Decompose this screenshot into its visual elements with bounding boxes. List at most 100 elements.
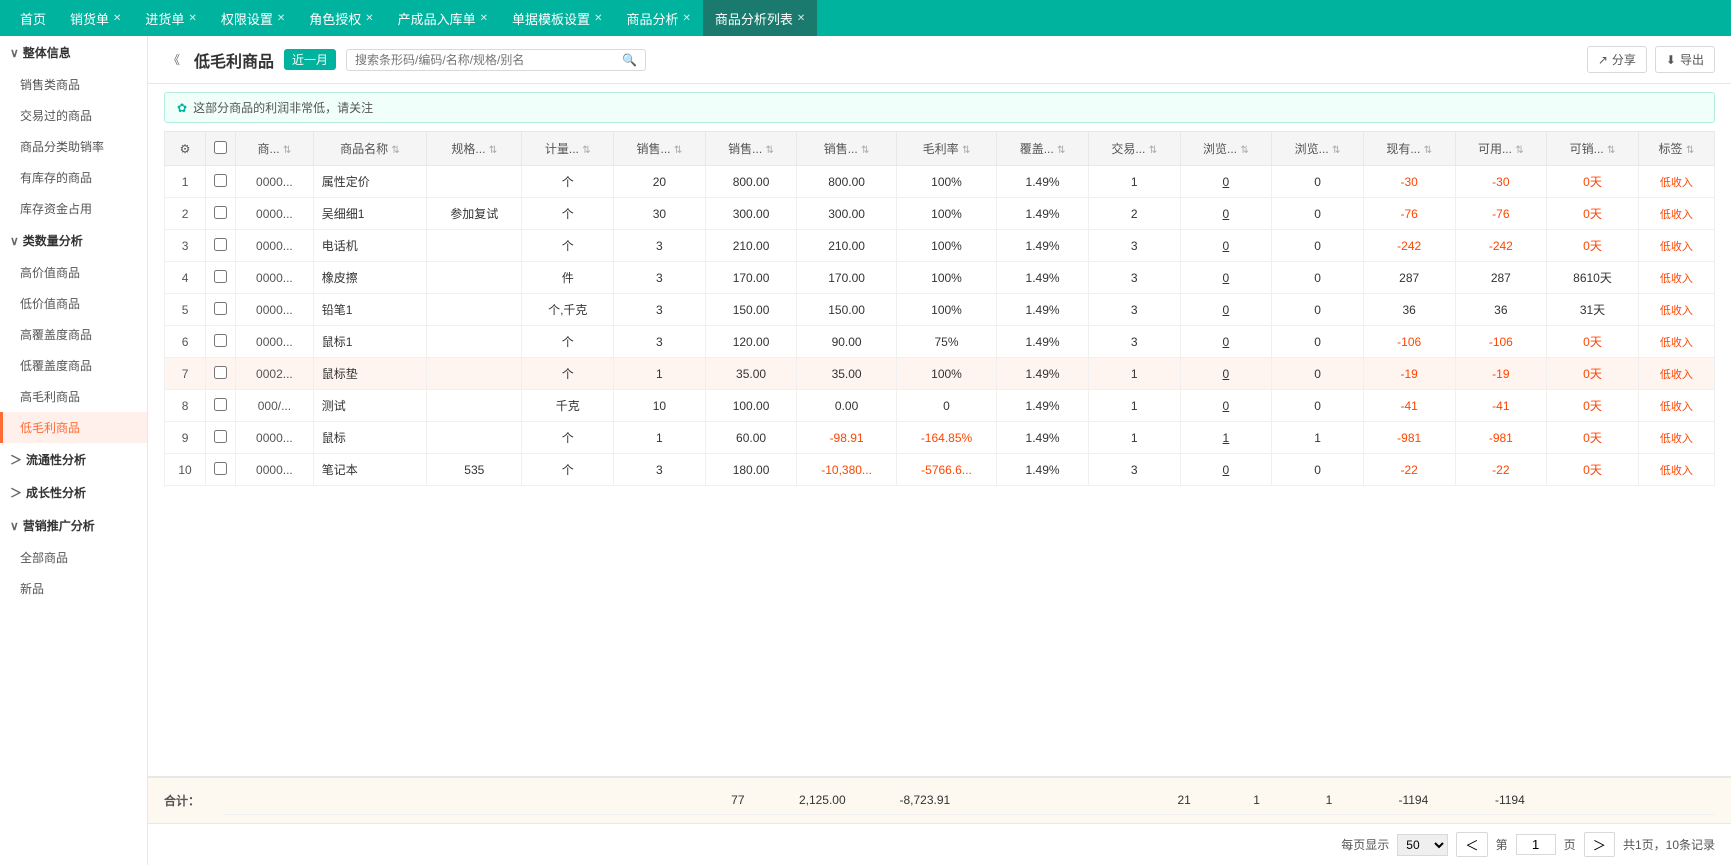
search-icon[interactable]: 🔍 <box>622 53 637 67</box>
page-number-input[interactable] <box>1516 834 1556 855</box>
cell-checkbox[interactable] <box>206 454 236 486</box>
close-template-tab[interactable]: ✕ <box>594 13 602 24</box>
nav-sales[interactable]: 销货单 ✕ <box>58 0 133 36</box>
col-sales-price[interactable]: 销售... ⇅ <box>705 132 797 166</box>
cell-view1[interactable]: 0 <box>1180 262 1272 294</box>
cell-checkbox[interactable] <box>206 230 236 262</box>
view1-link[interactable]: 0 <box>1223 175 1230 189</box>
nav-purchase[interactable]: 进货单 ✕ <box>133 0 208 36</box>
sidebar-item-stock-fund[interactable]: 库存资金占用 <box>0 193 147 224</box>
col-settings[interactable]: ⚙ <box>165 132 206 166</box>
select-all-checkbox[interactable] <box>214 141 227 154</box>
close-roles-tab[interactable]: ✕ <box>365 13 373 24</box>
prev-page-button[interactable]: ＜ <box>1456 832 1487 857</box>
sidebar-item-in-stock[interactable]: 有库存的商品 <box>0 162 147 193</box>
export-button[interactable]: ⬇ 导出 <box>1655 46 1715 73</box>
col-saleable[interactable]: 可销... ⇅ <box>1547 132 1639 166</box>
view1-link[interactable]: 0 <box>1223 207 1230 221</box>
view1-link[interactable]: 0 <box>1223 271 1230 285</box>
row-checkbox-5[interactable] <box>214 334 227 347</box>
close-analysis-list-tab[interactable]: ✕ <box>797 13 805 24</box>
cell-checkbox[interactable] <box>206 166 236 198</box>
per-page-select[interactable]: 50 100 200 <box>1397 834 1448 856</box>
nav-roles[interactable]: 角色授权 ✕ <box>297 0 385 36</box>
col-checkbox-all[interactable] <box>206 132 236 166</box>
row-checkbox-4[interactable] <box>214 302 227 315</box>
row-checkbox-3[interactable] <box>214 270 227 283</box>
row-checkbox-7[interactable] <box>214 398 227 411</box>
view1-link[interactable]: 1 <box>1223 431 1230 445</box>
sidebar-section-overall[interactable]: ∨ 整体信息 <box>0 36 147 69</box>
cell-checkbox[interactable] <box>206 422 236 454</box>
sidebar-item-traded-products[interactable]: 交易过的商品 <box>0 100 147 131</box>
cell-checkbox[interactable] <box>206 326 236 358</box>
row-checkbox-6[interactable] <box>214 366 227 379</box>
view1-link[interactable]: 0 <box>1223 303 1230 317</box>
view1-link[interactable]: 0 <box>1223 239 1230 253</box>
sidebar-section-quantity[interactable]: ∨ 类数量分析 <box>0 224 147 257</box>
close-purchase-tab[interactable]: ✕ <box>188 13 196 24</box>
col-view2[interactable]: 浏览... ⇅ <box>1272 132 1364 166</box>
cell-view1[interactable]: 0 <box>1180 230 1272 262</box>
col-code[interactable]: 商... ⇅ <box>236 132 314 166</box>
row-checkbox-0[interactable] <box>214 174 227 187</box>
sidebar-item-low-value[interactable]: 低价值商品 <box>0 288 147 319</box>
col-tag[interactable]: 标签 ⇅ <box>1638 132 1714 166</box>
row-checkbox-9[interactable] <box>214 462 227 475</box>
cell-view1[interactable]: 0 <box>1180 326 1272 358</box>
col-sales-amount[interactable]: 销售... ⇅ <box>797 132 896 166</box>
filter-tag-month[interactable]: 近一月 <box>284 49 336 70</box>
sidebar-item-sales-products[interactable]: 销售类商品 <box>0 69 147 100</box>
cell-view1[interactable]: 0 <box>1180 294 1272 326</box>
col-coverage[interactable]: 覆盖... ⇅ <box>997 132 1089 166</box>
nav-permissions[interactable]: 权限设置 ✕ <box>209 0 297 36</box>
view1-link[interactable]: 0 <box>1223 335 1230 349</box>
sidebar-item-low-profit[interactable]: 低毛利商品 <box>0 412 147 443</box>
share-button[interactable]: ↗ 分享 <box>1587 46 1647 73</box>
cell-view1[interactable]: 0 <box>1180 358 1272 390</box>
col-current-stock[interactable]: 现有... ⇅ <box>1363 132 1455 166</box>
col-transaction[interactable]: 交易... ⇅ <box>1088 132 1180 166</box>
nav-product-analysis[interactable]: 商品分析 ✕ <box>614 0 702 36</box>
sidebar-item-new-products[interactable]: 新品 <box>0 573 147 604</box>
col-spec[interactable]: 规格... ⇅ <box>427 132 522 166</box>
sidebar-section-marketing[interactable]: ∨ 营销推广分析 <box>0 509 147 542</box>
close-sales-tab[interactable]: ✕ <box>113 13 121 24</box>
view1-link[interactable]: 0 <box>1223 399 1230 413</box>
cell-view1[interactable]: 0 <box>1180 454 1272 486</box>
row-checkbox-1[interactable] <box>214 206 227 219</box>
cell-view1[interactable]: 1 <box>1180 422 1272 454</box>
sidebar-section-growth[interactable]: ＞ 成长性分析 <box>0 476 147 509</box>
close-permissions-tab[interactable]: ✕ <box>277 13 285 24</box>
sidebar-section-circulation[interactable]: ＞ 流通性分析 <box>0 443 147 476</box>
nav-product-entry[interactable]: 产成品入库单 ✕ <box>386 0 500 36</box>
nav-home[interactable]: 首页 <box>8 0 58 36</box>
sidebar-item-low-coverage[interactable]: 低覆盖度商品 <box>0 350 147 381</box>
cell-checkbox[interactable] <box>206 390 236 422</box>
sidebar-item-high-value[interactable]: 高价值商品 <box>0 257 147 288</box>
search-input[interactable] <box>355 53 622 67</box>
col-available[interactable]: 可用... ⇅ <box>1455 132 1547 166</box>
cell-checkbox[interactable] <box>206 358 236 390</box>
cell-view1[interactable]: 0 <box>1180 390 1272 422</box>
row-checkbox-2[interactable] <box>214 238 227 251</box>
col-sales-qty[interactable]: 销售... ⇅ <box>614 132 706 166</box>
collapse-sidebar-button[interactable]: 《 <box>164 51 184 68</box>
close-analysis-tab[interactable]: ✕ <box>682 13 690 24</box>
close-product-entry-tab[interactable]: ✕ <box>480 13 488 24</box>
nav-template-settings[interactable]: 单据模板设置 ✕ <box>500 0 614 36</box>
col-name[interactable]: 商品名称 ⇅ <box>313 132 427 166</box>
cell-view1[interactable]: 0 <box>1180 166 1272 198</box>
cell-checkbox[interactable] <box>206 262 236 294</box>
next-page-button[interactable]: ＞ <box>1584 832 1615 857</box>
cell-checkbox[interactable] <box>206 294 236 326</box>
col-unit[interactable]: 计量... ⇅ <box>522 132 614 166</box>
nav-analysis-list[interactable]: 商品分析列表 ✕ <box>703 0 817 36</box>
cell-checkbox[interactable] <box>206 198 236 230</box>
view1-link[interactable]: 0 <box>1223 463 1230 477</box>
col-view1[interactable]: 浏览... ⇅ <box>1180 132 1272 166</box>
sidebar-item-high-profit[interactable]: 高毛利商品 <box>0 381 147 412</box>
cell-view1[interactable]: 0 <box>1180 198 1272 230</box>
row-checkbox-8[interactable] <box>214 430 227 443</box>
col-gross-rate[interactable]: 毛利率 ⇅ <box>896 132 996 166</box>
